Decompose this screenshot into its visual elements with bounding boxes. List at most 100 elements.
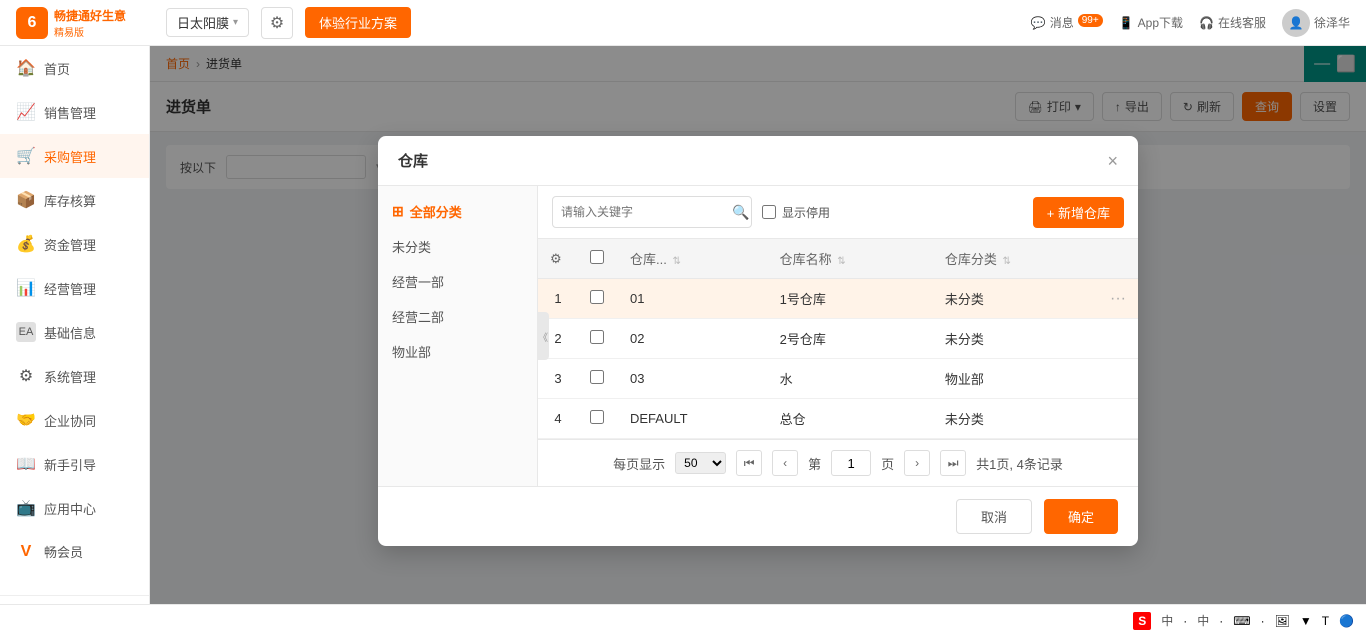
show-disabled-checkbox: 显示停用 [762,204,830,221]
avatar: 👤 [1282,9,1310,37]
row-more [1098,399,1138,439]
next-page-button[interactable]: › [904,450,930,476]
first-page-button[interactable]: ⏮ [736,450,762,476]
page-number-input[interactable] [831,450,871,476]
row-code: 03 [618,359,768,399]
logo-text: 畅捷通好生意 精易版 [54,7,126,39]
table-header-code: 仓库... ⇅ [618,239,768,279]
modal-title: 仓库 [398,150,428,171]
sidebar-item-inventory[interactable]: 📦 库存核算 [0,178,149,222]
sidebar-item-home[interactable]: 🏠 首页 [0,46,149,90]
cat-item-uncategorized[interactable]: 未分类 [378,229,537,264]
sidebar: 🏠 首页 📈 销售管理 🛒 采购管理 📦 库存核算 💰 资金管理 📊 经营管理 … [0,46,150,636]
row-code: DEFAULT [618,399,768,439]
row-code: 02 [618,319,768,359]
chevron-down-icon: ▾ [233,17,238,28]
settings-button[interactable]: ⚙ [261,7,293,39]
logo-area: 6 畅捷通好生意 精易版 [16,7,166,39]
sidebar-item-business[interactable]: 📊 经营管理 [0,266,149,310]
collapse-sidebar-button[interactable]: 《 [537,312,549,360]
sidebar-item-finance[interactable]: 💰 资金管理 [0,222,149,266]
table-header-name: 仓库名称 ⇅ [768,239,933,279]
table-header-category: 仓库分类 ⇅ [933,239,1098,279]
select-all-checkbox[interactable] [590,250,604,264]
modal-overlay: 仓库 × ⊞ 全部分类 未分类 经营一部 经营二部 物业部 [150,46,1366,636]
online-service-button[interactable]: 🎧 在线客服 [1199,14,1266,31]
modal-toolbar: 🔍 显示停用 + 新增仓库 [538,186,1138,239]
store-selector[interactable]: 日太阳膜 ▾ [166,8,249,37]
trial-button[interactable]: 体验行业方案 [305,7,411,38]
top-header: 6 畅捷通好生意 精易版 日太阳膜 ▾ ⚙ 体验行业方案 💬 消息 99+ 📱 … [0,0,1366,46]
pagination: 每页显示 10 20 50 100 ⏮ ‹ 第 页 [538,439,1138,486]
cat-item-property[interactable]: 物业部 [378,334,537,369]
table-header-actions [1098,239,1138,279]
sidebar-item-guide[interactable]: 📖 新手引导 [0,442,149,486]
row-checkbox[interactable] [590,370,604,384]
warehouse-table-body: 1 01 1号仓库 未分类 ··· 2 [538,279,1138,439]
category-header: ⊞ 全部分类 [378,194,537,229]
row-num: 3 [538,359,578,399]
add-warehouse-button[interactable]: + 新增仓库 [1033,197,1124,228]
row-code: 01 [618,279,768,319]
more-icon[interactable]: ··· [1110,290,1126,307]
sidebar-item-basic-info[interactable]: EA 基础信息 [0,310,149,354]
sidebar-item-vip[interactable]: V 畅会员 [0,530,149,573]
search-input[interactable] [553,200,724,224]
row-more [1098,319,1138,359]
messages-badge: 99+ [1078,14,1103,27]
close-icon[interactable]: × [1107,152,1118,170]
row-checkbox[interactable] [590,330,604,344]
warehouse-table: ⚙ 仓库... ⇅ [538,239,1138,439]
chevron-down-taskbar: ▼ [1300,614,1312,628]
vip-icon: V [16,543,36,561]
modal-body: ⊞ 全部分类 未分类 经营一部 经营二部 物业部 《 [378,186,1138,486]
s-logo: S [1133,612,1151,630]
modal-action-footer: 取消 确定 [378,486,1138,546]
logo-icon: 6 [16,7,48,39]
modal-main: 🔍 显示停用 + 新增仓库 [538,186,1138,486]
user-menu[interactable]: 👤 徐泽华 [1282,9,1350,37]
finance-icon: 💰 [16,234,36,254]
row-category: 未分类 [933,279,1098,319]
messages-button[interactable]: 💬 消息 99+ [1031,14,1103,31]
row-name: 1号仓库 [768,279,933,319]
table-row[interactable]: 2 02 2号仓库 未分类 [538,319,1138,359]
table-row[interactable]: 1 01 1号仓库 未分类 ··· [538,279,1138,319]
main-layout: 🏠 首页 📈 销售管理 🛒 采购管理 📦 库存核算 💰 资金管理 📊 经营管理 … [0,46,1366,636]
table-head: ⚙ 仓库... ⇅ [538,239,1138,279]
confirm-button[interactable]: 确定 [1044,499,1118,534]
cat-item-dept1[interactable]: 经营一部 [378,264,537,299]
row-checkbox[interactable] [590,410,604,424]
last-page-button[interactable]: ⏭ [940,450,966,476]
disabled-checkbox[interactable] [762,205,776,219]
per-page-select[interactable]: 10 20 50 100 [675,452,726,474]
bottom-bar: S 中 · 中 · ⌨ · 🖼 ▼ T 🔵 [0,604,1366,636]
search-box: 🔍 [552,196,752,228]
row-checkbox[interactable] [590,290,604,304]
search-button[interactable]: 🔍 [724,197,752,227]
row-category: 物业部 [933,359,1098,399]
table-header-checkbox [578,239,618,279]
warehouse-table-wrap: ⚙ 仓库... ⇅ [538,239,1138,439]
sidebar-item-apps[interactable]: 📺 应用中心 [0,486,149,530]
table-row[interactable]: 4 DEFAULT 总仓 未分类 [538,399,1138,439]
basic-info-icon: EA [16,322,36,342]
sidebar-item-purchase[interactable]: 🛒 采购管理 [0,134,149,178]
row-name: 2号仓库 [768,319,933,359]
guide-icon: 📖 [16,454,36,474]
purchase-icon: 🛒 [16,146,36,166]
prev-page-button[interactable]: ‹ [772,450,798,476]
inventory-icon: 📦 [16,190,36,210]
sidebar-item-system[interactable]: ⚙ 系统管理 [0,354,149,398]
phone-icon: 📱 [1119,16,1134,30]
cat-item-dept2[interactable]: 经营二部 [378,299,537,334]
table-row[interactable]: 3 03 水 物业部 [538,359,1138,399]
row-more [1098,359,1138,399]
app-download-button[interactable]: 📱 App下载 [1119,14,1183,31]
sidebar-item-sales[interactable]: 📈 销售管理 [0,90,149,134]
cancel-button[interactable]: 取消 [956,499,1032,534]
row-name: 总仓 [768,399,933,439]
sidebar-item-enterprise[interactable]: 🤝 企业协同 [0,398,149,442]
row-num: 4 [538,399,578,439]
header-center: 日太阳膜 ▾ ⚙ 体验行业方案 [166,7,1031,39]
